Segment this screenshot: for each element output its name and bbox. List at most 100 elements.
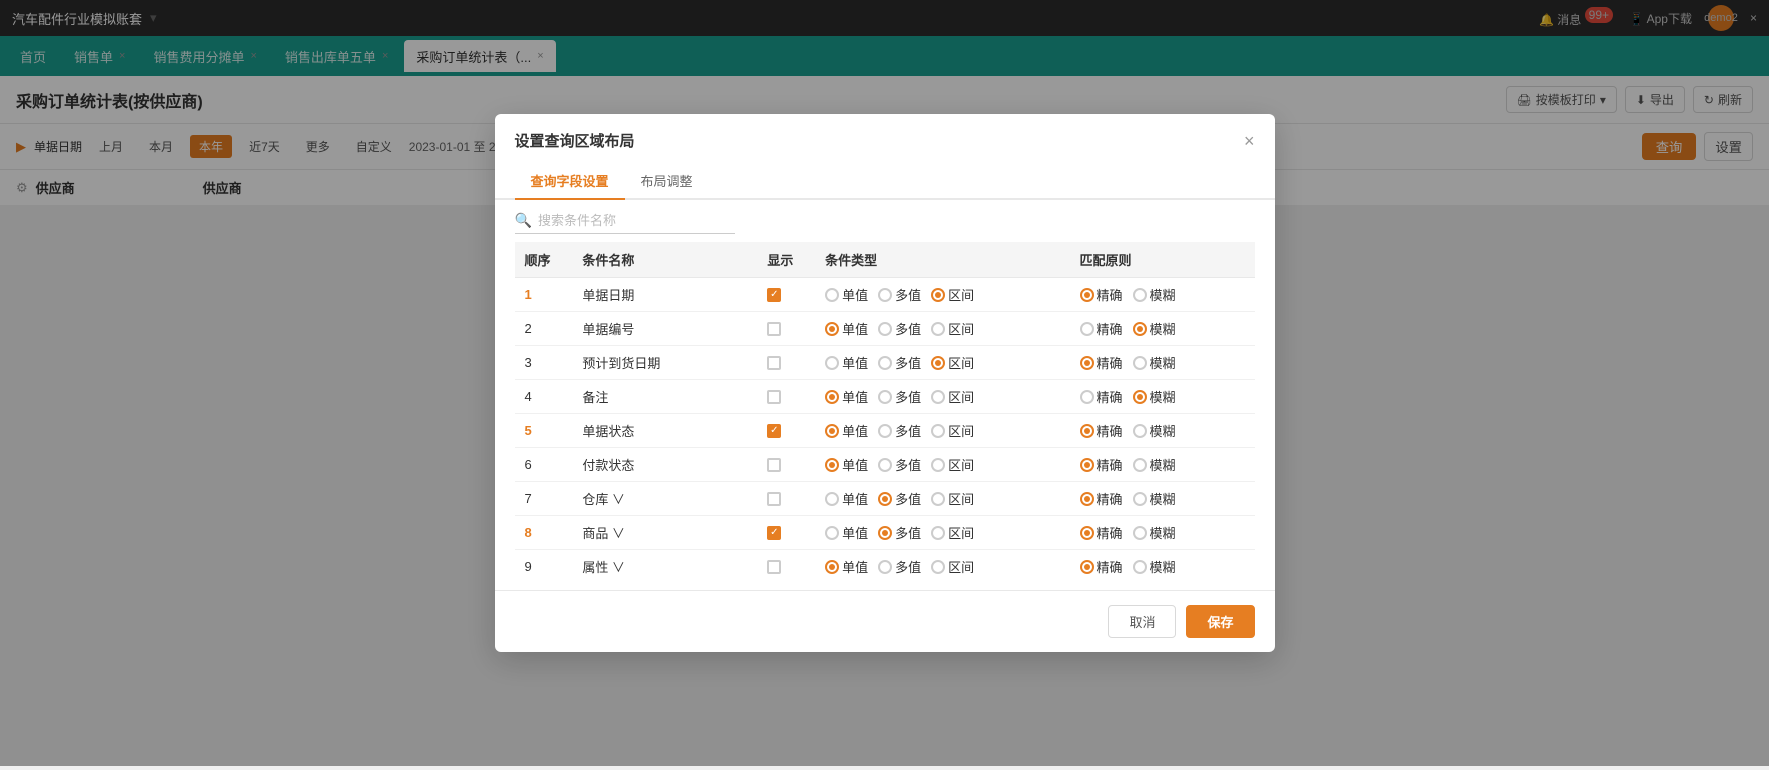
type-radio-item[interactable]: 单值 xyxy=(825,557,868,576)
type-radio-item[interactable]: 单值 xyxy=(825,455,868,474)
match-radio-item[interactable]: 模糊 xyxy=(1133,523,1176,542)
cell-name: 仓库 ∨ xyxy=(572,482,757,516)
type-radio-item[interactable]: 区间 xyxy=(931,387,974,406)
cell-show[interactable] xyxy=(757,550,815,583)
tab-fields[interactable]: 查询字段设置 xyxy=(515,163,625,200)
match-radio-item[interactable]: 精确 xyxy=(1080,523,1123,542)
radio-circle xyxy=(931,560,945,574)
type-radio-item[interactable]: 区间 xyxy=(931,557,974,576)
modal-title: 设置查询区域布局 xyxy=(515,130,635,151)
match-radio-item[interactable]: 模糊 xyxy=(1133,557,1176,576)
type-radio-item[interactable]: 单值 xyxy=(825,523,868,542)
cell-show[interactable] xyxy=(757,346,815,380)
type-radio-item[interactable]: 多值 xyxy=(878,421,921,440)
match-radio-item[interactable]: 精确 xyxy=(1080,319,1123,338)
tab-layout[interactable]: 布局调整 xyxy=(625,163,709,200)
cell-show[interactable] xyxy=(757,482,815,516)
radio-circle xyxy=(825,424,839,438)
cell-order: 4 xyxy=(515,380,573,414)
show-checkbox[interactable] xyxy=(767,390,781,404)
cell-type: 单值多值区间 xyxy=(815,550,1069,583)
type-radio-item[interactable]: 多值 xyxy=(878,387,921,406)
match-radio-item[interactable]: 精确 xyxy=(1080,285,1123,304)
match-radio-item[interactable]: 精确 xyxy=(1080,557,1123,576)
type-radio-item[interactable]: 区间 xyxy=(931,319,974,338)
show-checkbox[interactable] xyxy=(767,560,781,574)
type-radio-item[interactable]: 多值 xyxy=(878,523,921,542)
save-btn[interactable]: 保存 xyxy=(1186,605,1254,638)
modal-tabs: 查询字段设置 布局调整 xyxy=(495,163,1275,200)
type-radio-item[interactable]: 单值 xyxy=(825,319,868,338)
radio-circle xyxy=(878,526,892,540)
match-radio-item[interactable]: 精确 xyxy=(1080,387,1123,406)
radio-circle xyxy=(878,492,892,506)
match-radio-item[interactable]: 精确 xyxy=(1080,353,1123,372)
radio-circle xyxy=(878,390,892,404)
cell-match: 精确模糊 xyxy=(1070,312,1255,346)
cell-show[interactable] xyxy=(757,312,815,346)
radio-circle xyxy=(825,356,839,370)
cell-show[interactable]: ✓ xyxy=(757,278,815,312)
radio-circle xyxy=(1133,560,1147,574)
type-radio-item[interactable]: 多值 xyxy=(878,557,921,576)
type-radio-item[interactable]: 多值 xyxy=(878,489,921,508)
show-checkbox[interactable]: ✓ xyxy=(767,424,781,438)
show-checkbox[interactable]: ✓ xyxy=(767,288,781,302)
search-input[interactable] xyxy=(538,213,718,228)
type-radio-item[interactable]: 区间 xyxy=(931,353,974,372)
table-row: 5单据状态✓单值多值区间精确模糊 xyxy=(515,414,1255,448)
match-radio-item[interactable]: 模糊 xyxy=(1133,489,1176,508)
cell-name: 备注 xyxy=(572,380,757,414)
search-area: 🔍 xyxy=(495,200,1275,242)
type-radio-item[interactable]: 区间 xyxy=(931,489,974,508)
col-type-header: 条件类型 xyxy=(815,242,1069,278)
type-radio-item[interactable]: 区间 xyxy=(931,523,974,542)
type-radio-item[interactable]: 多值 xyxy=(878,285,921,304)
match-radio-item[interactable]: 模糊 xyxy=(1133,319,1176,338)
modal-close-btn[interactable]: × xyxy=(1244,132,1255,150)
type-radio-item[interactable]: 区间 xyxy=(931,421,974,440)
cell-name: 单据日期 xyxy=(572,278,757,312)
type-radio-item[interactable]: 多值 xyxy=(878,455,921,474)
cell-match: 精确模糊 xyxy=(1070,516,1255,550)
match-radio-item[interactable]: 精确 xyxy=(1080,455,1123,474)
show-checkbox[interactable]: ✓ xyxy=(767,526,781,540)
match-radio-item[interactable]: 模糊 xyxy=(1133,455,1176,474)
cell-match: 精确模糊 xyxy=(1070,448,1255,482)
show-checkbox[interactable] xyxy=(767,492,781,506)
match-radio-item[interactable]: 模糊 xyxy=(1133,353,1176,372)
type-radio-item[interactable]: 单值 xyxy=(825,387,868,406)
type-radio-item[interactable]: 单值 xyxy=(825,353,868,372)
radio-circle xyxy=(1133,322,1147,336)
cell-show[interactable]: ✓ xyxy=(757,414,815,448)
cell-show[interactable] xyxy=(757,380,815,414)
show-checkbox[interactable] xyxy=(767,356,781,370)
cell-match: 精确模糊 xyxy=(1070,278,1255,312)
show-checkbox[interactable] xyxy=(767,458,781,472)
type-radio-item[interactable]: 区间 xyxy=(931,285,974,304)
cancel-btn[interactable]: 取消 xyxy=(1108,605,1176,638)
type-radio-item[interactable]: 单值 xyxy=(825,421,868,440)
radio-circle xyxy=(931,322,945,336)
cell-show[interactable]: ✓ xyxy=(757,516,815,550)
table-row: 4备注 单值多值区间 精确模糊 xyxy=(515,380,1255,414)
type-radio-item[interactable]: 单值 xyxy=(825,285,868,304)
show-checkbox[interactable] xyxy=(767,322,781,336)
type-radio-item[interactable]: 多值 xyxy=(878,353,921,372)
match-radio-item[interactable]: 模糊 xyxy=(1133,421,1176,440)
type-radio-item[interactable]: 区间 xyxy=(931,455,974,474)
type-radio-item[interactable]: 单值 xyxy=(825,489,868,508)
cell-order: 8 xyxy=(515,516,573,550)
cell-name: 付款状态 xyxy=(572,448,757,482)
match-radio-item[interactable]: 精确 xyxy=(1080,421,1123,440)
radio-circle xyxy=(1080,356,1094,370)
match-radio-item[interactable]: 模糊 xyxy=(1133,285,1176,304)
radio-circle xyxy=(825,390,839,404)
cell-show[interactable] xyxy=(757,448,815,482)
match-radio-item[interactable]: 精确 xyxy=(1080,489,1123,508)
search-icon: 🔍 xyxy=(515,212,532,229)
cell-match: 精确模糊 xyxy=(1070,550,1255,583)
cell-type: 单值多值区间 xyxy=(815,278,1069,312)
type-radio-item[interactable]: 多值 xyxy=(878,319,921,338)
match-radio-item[interactable]: 模糊 xyxy=(1133,387,1176,406)
